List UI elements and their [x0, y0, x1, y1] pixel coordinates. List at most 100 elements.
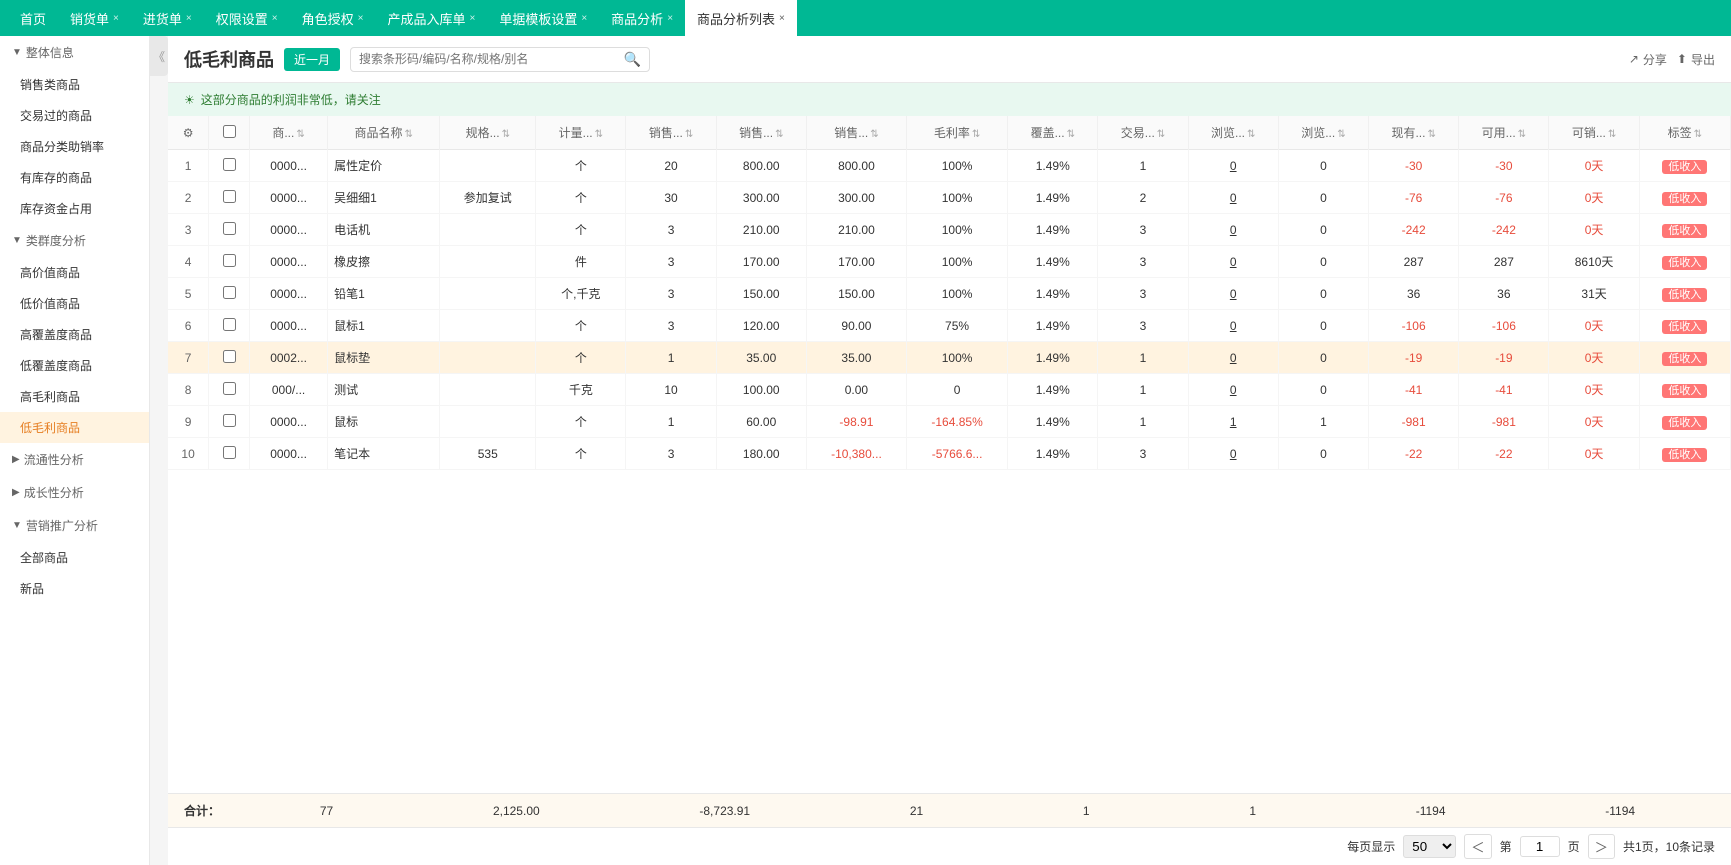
- row-coverage: 1.49%: [1008, 182, 1098, 214]
- row-coverage: 1.49%: [1008, 214, 1098, 246]
- nav-purchase-close[interactable]: ×: [186, 13, 192, 24]
- row-name[interactable]: 鼠标1: [328, 310, 440, 342]
- row-view1[interactable]: 1: [1188, 406, 1278, 438]
- page-size-select[interactable]: 50 100 200: [1403, 835, 1456, 858]
- notice-text: 这部分商品的利润非常低，请关注: [201, 91, 381, 108]
- row-available: 36: [1459, 278, 1549, 310]
- row-trade: 3: [1098, 310, 1188, 342]
- search-input[interactable]: [359, 52, 624, 66]
- nav-analysis-list[interactable]: 商品分析列表 ×: [685, 0, 797, 36]
- search-icon[interactable]: 🔍: [624, 51, 641, 68]
- row-view1[interactable]: 0: [1188, 150, 1278, 182]
- col-sales-price: 销售...⇅: [716, 116, 806, 150]
- sidebar-item-low-coverage[interactable]: 低覆盖度商品: [0, 350, 149, 381]
- row-name[interactable]: 测试: [328, 374, 440, 406]
- content-area: 低毛利商品 近一月 🔍 ↗ 分享 ⬆ 导出 ☀ 这部分商品的利润非常低，请关注: [168, 36, 1731, 865]
- row-name[interactable]: 吴细细1: [328, 182, 440, 214]
- select-all-checkbox[interactable]: [223, 125, 236, 138]
- sidebar-item-low-margin[interactable]: 低毛利商品: [0, 412, 149, 443]
- row-view1[interactable]: 0: [1188, 246, 1278, 278]
- export-button[interactable]: ⬆ 导出: [1677, 51, 1715, 68]
- sidebar-group-cluster[interactable]: ▼ 类群度分析: [0, 224, 149, 257]
- nav-analysis[interactable]: 商品分析 ×: [599, 0, 685, 36]
- row-saleable: 0天: [1549, 214, 1639, 246]
- row-checkbox[interactable]: [223, 190, 236, 203]
- row-stock: -106: [1369, 310, 1459, 342]
- notice-bar: ☀ 这部分商品的利润非常低，请关注: [168, 83, 1731, 116]
- row-checkbox[interactable]: [223, 318, 236, 331]
- row-view1[interactable]: 0: [1188, 310, 1278, 342]
- row-saleable: 31天: [1549, 278, 1639, 310]
- nav-permissions-close[interactable]: ×: [272, 13, 278, 24]
- row-view1[interactable]: 0: [1188, 182, 1278, 214]
- nav-templates-close[interactable]: ×: [581, 13, 587, 24]
- sidebar-item-high-margin[interactable]: 高毛利商品: [0, 381, 149, 412]
- row-sales-amount: 170.00: [806, 246, 906, 278]
- row-view1[interactable]: 0: [1188, 374, 1278, 406]
- nav-purchase[interactable]: 进货单 ×: [131, 0, 204, 36]
- row-checkbox-cell: [209, 438, 250, 470]
- row-sales-qty: 10: [626, 374, 716, 406]
- row-checkbox[interactable]: [223, 158, 236, 171]
- col-settings[interactable]: ⚙: [168, 116, 209, 150]
- nav-analysis-close[interactable]: ×: [667, 13, 673, 24]
- nav-sales-close[interactable]: ×: [113, 13, 119, 24]
- row-unit: 个: [536, 150, 626, 182]
- sidebar-collapse-btn[interactable]: 《: [150, 36, 168, 76]
- row-checkbox[interactable]: [223, 254, 236, 267]
- sidebar-group-overview[interactable]: ▼ 整体信息: [0, 36, 149, 69]
- row-code: 0000...: [250, 182, 328, 214]
- period-button[interactable]: 近一月: [284, 48, 340, 71]
- sidebar-item-high-coverage[interactable]: 高覆盖度商品: [0, 319, 149, 350]
- row-view1[interactable]: 0: [1188, 278, 1278, 310]
- row-name[interactable]: 笔记本: [328, 438, 440, 470]
- row-view1[interactable]: 0: [1188, 342, 1278, 374]
- row-name[interactable]: 橡皮擦: [328, 246, 440, 278]
- sidebar-group-growth[interactable]: ▶ 成长性分析: [0, 476, 149, 509]
- row-tag: 低收入: [1639, 278, 1730, 310]
- nav-products[interactable]: 产成品入库单 ×: [375, 0, 487, 36]
- nav-templates[interactable]: 单据模板设置 ×: [487, 0, 599, 36]
- share-button[interactable]: ↗ 分享: [1629, 51, 1667, 68]
- nav-roles[interactable]: 角色授权 ×: [290, 0, 376, 36]
- row-view1[interactable]: 0: [1188, 214, 1278, 246]
- sidebar-item-in-stock[interactable]: 有库存的商品: [0, 162, 149, 193]
- row-code: 0000...: [250, 438, 328, 470]
- row-checkbox[interactable]: [223, 382, 236, 395]
- row-name[interactable]: 鼠标垫: [328, 342, 440, 374]
- row-checkbox[interactable]: [223, 414, 236, 427]
- row-checkbox[interactable]: [223, 446, 236, 459]
- sidebar-group-marketing[interactable]: ▼ 营销推广分析: [0, 509, 149, 542]
- nav-sales[interactable]: 销货单 ×: [58, 0, 131, 36]
- sidebar-item-low-value[interactable]: 低价值商品: [0, 288, 149, 319]
- nav-roles-close[interactable]: ×: [358, 13, 364, 24]
- row-tag: 低收入: [1639, 182, 1730, 214]
- next-page-btn[interactable]: ＞: [1588, 834, 1615, 859]
- row-name[interactable]: 铅笔1: [328, 278, 440, 310]
- sidebar-item-inventory-capital[interactable]: 库存资金占用: [0, 193, 149, 224]
- page-number-input[interactable]: [1520, 836, 1560, 857]
- row-checkbox[interactable]: [223, 222, 236, 235]
- row-name[interactable]: 电话机: [328, 214, 440, 246]
- row-tag: 低收入: [1639, 342, 1730, 374]
- nav-products-close[interactable]: ×: [469, 13, 475, 24]
- sidebar-item-traded-goods[interactable]: 交易过的商品: [0, 100, 149, 131]
- nav-permissions[interactable]: 权限设置 ×: [204, 0, 290, 36]
- sidebar-item-sales-goods[interactable]: 销售类商品: [0, 69, 149, 100]
- row-view1[interactable]: 0: [1188, 438, 1278, 470]
- row-name[interactable]: 鼠标: [328, 406, 440, 438]
- sidebar-group-flow[interactable]: ▶ 流通性分析: [0, 443, 149, 476]
- table-header-row: ⚙ 商...⇅ 商品名称⇅ 规格...⇅ 计量...⇅ 销售...⇅ 销售...…: [168, 116, 1731, 150]
- sidebar-item-new-goods[interactable]: 新品: [0, 573, 149, 604]
- sidebar-item-all-goods[interactable]: 全部商品: [0, 542, 149, 573]
- row-spec: 参加复试: [440, 182, 536, 214]
- nav-home[interactable]: 首页: [8, 0, 58, 36]
- row-sales-price: 210.00: [716, 214, 806, 246]
- sidebar-item-category-rate[interactable]: 商品分类助销率: [0, 131, 149, 162]
- row-name[interactable]: 属性定价: [328, 150, 440, 182]
- row-checkbox[interactable]: [223, 350, 236, 363]
- prev-page-btn[interactable]: ＜: [1464, 834, 1491, 859]
- row-checkbox[interactable]: [223, 286, 236, 299]
- nav-analysis-list-close[interactable]: ×: [779, 13, 785, 24]
- sidebar-item-high-value[interactable]: 高价值商品: [0, 257, 149, 288]
